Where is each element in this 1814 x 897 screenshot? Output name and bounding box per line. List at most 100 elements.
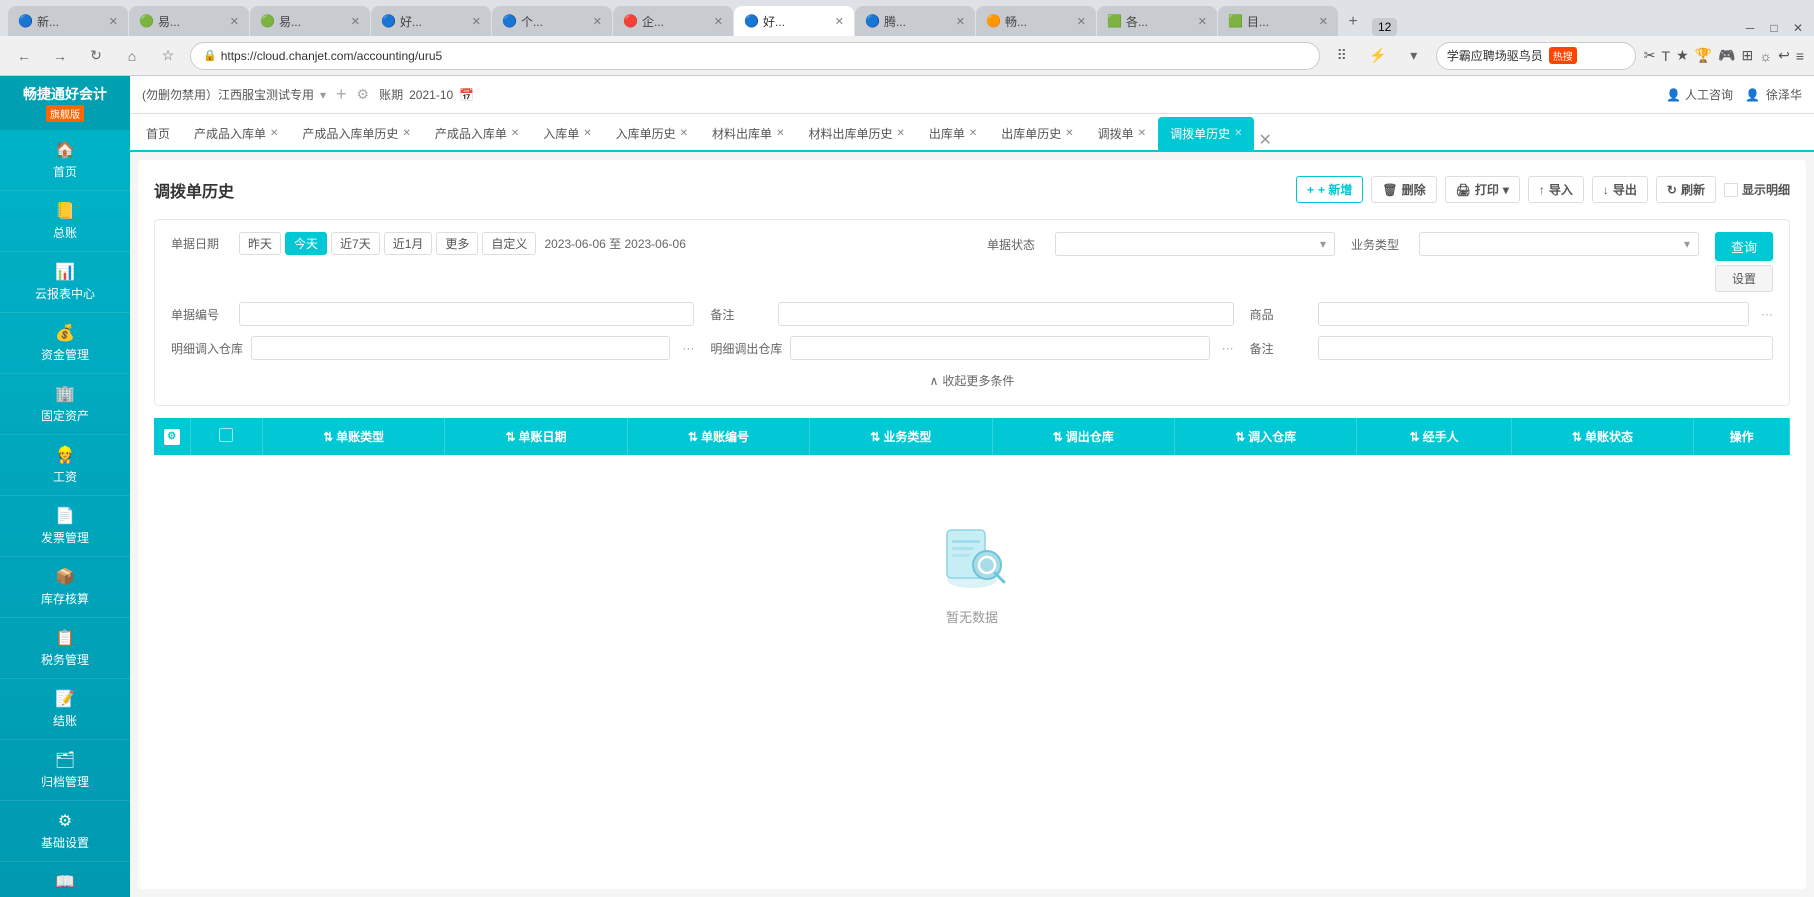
- th-handler[interactable]: ⇅ 经手人: [1357, 418, 1511, 455]
- browser-tab-8[interactable]: 🔵 腾... ✕: [855, 6, 975, 36]
- browser-tab-5[interactable]: 🔵 个... ✕: [492, 6, 612, 36]
- out-warehouse-ellipsis[interactable]: ···: [1222, 341, 1234, 355]
- import-button[interactable]: ↑ 导入: [1528, 176, 1584, 203]
- nav-tab-material-outbound-history[interactable]: 材料出库单历史 ✕: [796, 117, 916, 152]
- nav-tab-outbound-history[interactable]: 出库单历史 ✕: [989, 117, 1085, 152]
- brightness-icon[interactable]: ☼: [1759, 48, 1772, 64]
- th-biz-type[interactable]: ⇅ 业务类型: [810, 418, 992, 455]
- tab-close-7[interactable]: ✕: [835, 15, 844, 28]
- th-doc-status[interactable]: ⇅ 单账状态: [1511, 418, 1693, 455]
- nav-tab-inbound-history-close[interactable]: ✕: [680, 128, 688, 139]
- nav-tab-transfer-history-close[interactable]: ✕: [1234, 128, 1242, 139]
- th-doc-date[interactable]: ⇅ 单账日期: [445, 418, 627, 455]
- nav-tab-material-outbound-history-close[interactable]: ✕: [896, 128, 904, 139]
- browser-tab-11[interactable]: 🟩 目... ✕: [1218, 6, 1338, 36]
- refresh-button[interactable]: ↻ 刷新: [1656, 176, 1716, 203]
- goods-ellipsis[interactable]: ···: [1761, 307, 1773, 321]
- nav-tab-inbound-close[interactable]: ✕: [583, 128, 591, 139]
- new-record-button[interactable]: + + 新增: [1296, 176, 1363, 203]
- in-warehouse-input[interactable]: [251, 336, 670, 360]
- th-doc-number[interactable]: ⇅ 单账编号: [627, 418, 809, 455]
- today-btn[interactable]: 今天: [285, 232, 327, 255]
- url-input[interactable]: 🔒 https://cloud.chanjet.com/accounting/u…: [190, 42, 1320, 70]
- new-tab-button[interactable]: +: [1339, 8, 1367, 36]
- query-button[interactable]: 查询: [1715, 232, 1773, 261]
- nav-tab-finished-inbound[interactable]: 产成品入库单 ✕: [182, 117, 290, 152]
- doc-number-input[interactable]: [239, 302, 694, 326]
- forward-button[interactable]: →: [46, 42, 74, 70]
- sidebar-item-home[interactable]: 🏠 首页: [0, 130, 130, 191]
- back-button[interactable]: ←: [10, 42, 38, 70]
- yesterday-btn[interactable]: 昨天: [239, 232, 281, 255]
- sidebar-item-payroll[interactable]: 👷 工资: [0, 435, 130, 496]
- grid-icon[interactable]: ⊞: [1742, 47, 1754, 64]
- th-checkbox[interactable]: [190, 418, 262, 455]
- th-in-warehouse[interactable]: ⇅ 调入仓库: [1174, 418, 1356, 455]
- browser-tab-3[interactable]: 🟢 易... ✕: [250, 6, 370, 36]
- add-button[interactable]: +: [336, 84, 347, 105]
- th-settings[interactable]: ⚙: [154, 418, 190, 455]
- browser-tab-4[interactable]: 🔵 好... ✕: [371, 6, 491, 36]
- sidebar-item-finance[interactable]: 💰 资金管理: [0, 313, 130, 374]
- nav-tab-material-outbound[interactable]: 材料出库单 ✕: [700, 117, 796, 152]
- nav-tab-outbound-history-close[interactable]: ✕: [1065, 128, 1073, 139]
- nav-tab-outbound[interactable]: 出库单 ✕: [917, 117, 989, 152]
- sidebar-item-reports[interactable]: 📊 云报表中心: [0, 252, 130, 313]
- tab-close-8[interactable]: ✕: [956, 15, 965, 28]
- delete-button[interactable]: 🗑 删除: [1371, 176, 1436, 203]
- nav-tab-finished-inbound2[interactable]: 产成品入库单 ✕: [423, 117, 531, 152]
- reload-button[interactable]: ↻: [82, 42, 110, 70]
- print-button[interactable]: 🖨 打印 ▾: [1445, 176, 1520, 203]
- top-settings-icon[interactable]: ⚙: [357, 86, 370, 103]
- service-button[interactable]: 👤 人工咨询: [1666, 86, 1733, 103]
- table-settings-icon[interactable]: ⚙: [164, 429, 180, 445]
- collapse-button[interactable]: ∧ 收起更多条件: [926, 368, 1019, 393]
- sidebar-item-inventory[interactable]: 📦 库存核算: [0, 557, 130, 618]
- nav-tab-finished-inbound2-close[interactable]: ✕: [511, 128, 519, 139]
- tab-close-10[interactable]: ✕: [1198, 15, 1207, 28]
- status-select[interactable]: ▾: [1055, 232, 1335, 256]
- tab-close-2[interactable]: ✕: [230, 15, 239, 28]
- undo-icon[interactable]: ↩: [1778, 47, 1790, 64]
- sidebar-item-tax[interactable]: 📋 税务管理: [0, 618, 130, 679]
- nav-tab-material-outbound-close[interactable]: ✕: [776, 128, 784, 139]
- biz-type-select[interactable]: ▾: [1419, 232, 1699, 256]
- calendar-icon[interactable]: 📅: [459, 88, 474, 102]
- th-out-warehouse[interactable]: ⇅ 调出仓库: [992, 418, 1174, 455]
- game-icon[interactable]: 🎮: [1718, 47, 1735, 64]
- nav-tab-finished-inbound-history-close[interactable]: ✕: [402, 128, 410, 139]
- tab-close-9[interactable]: ✕: [1077, 15, 1086, 28]
- scissors-icon[interactable]: ✂: [1644, 47, 1656, 64]
- trophy-icon[interactable]: 🏆: [1695, 47, 1712, 64]
- filter-settings-button[interactable]: 设置: [1715, 265, 1773, 292]
- note2-input[interactable]: [1318, 336, 1773, 360]
- nav-tab-transfer[interactable]: 调拨单 ✕: [1086, 117, 1158, 152]
- nav-tab-finished-inbound-history[interactable]: 产成品入库单历史 ✕: [290, 117, 422, 152]
- nav-tab-outbound-close[interactable]: ✕: [969, 128, 977, 139]
- sidebar-item-closing[interactable]: 📝 结账: [0, 679, 130, 740]
- more-btn[interactable]: 更多: [436, 232, 478, 255]
- close-all-tabs-button[interactable]: ✕: [1258, 130, 1271, 150]
- th-doc-type[interactable]: ⇅ 单账类型: [262, 418, 444, 455]
- user-info[interactable]: 👤 徐泽华: [1745, 86, 1802, 103]
- out-warehouse-input[interactable]: [790, 336, 1209, 360]
- week-btn[interactable]: 近7天: [331, 232, 380, 255]
- month-btn[interactable]: 近1月: [384, 232, 433, 255]
- browser-tab-7[interactable]: 🔵 好... ✕: [734, 6, 854, 36]
- print-dropdown-icon[interactable]: ▾: [1503, 183, 1509, 197]
- custom-btn[interactable]: 自定义: [482, 232, 536, 255]
- nav-tab-inbound-history[interactable]: 入库单历史 ✕: [604, 117, 700, 152]
- star-icon[interactable]: ★: [1676, 47, 1689, 64]
- tab-close-3[interactable]: ✕: [351, 15, 360, 28]
- nav-tab-home[interactable]: 首页: [134, 117, 182, 152]
- extensions-button[interactable]: ⠿: [1328, 42, 1356, 70]
- nav-tab-transfer-history[interactable]: 调拨单历史 ✕: [1158, 117, 1254, 152]
- translate-icon[interactable]: T: [1662, 48, 1671, 64]
- dropdown-button[interactable]: ▾: [1400, 42, 1428, 70]
- menu-icon[interactable]: ≡: [1796, 48, 1804, 64]
- browser-tab-10[interactable]: 🟩 各... ✕: [1097, 6, 1217, 36]
- browser-tab-2[interactable]: 🟢 易... ✕: [129, 6, 249, 36]
- tab-close-6[interactable]: ✕: [714, 15, 723, 28]
- goods-input[interactable]: [1318, 302, 1749, 326]
- sidebar-item-guide[interactable]: 📖 新手引导: [0, 862, 130, 897]
